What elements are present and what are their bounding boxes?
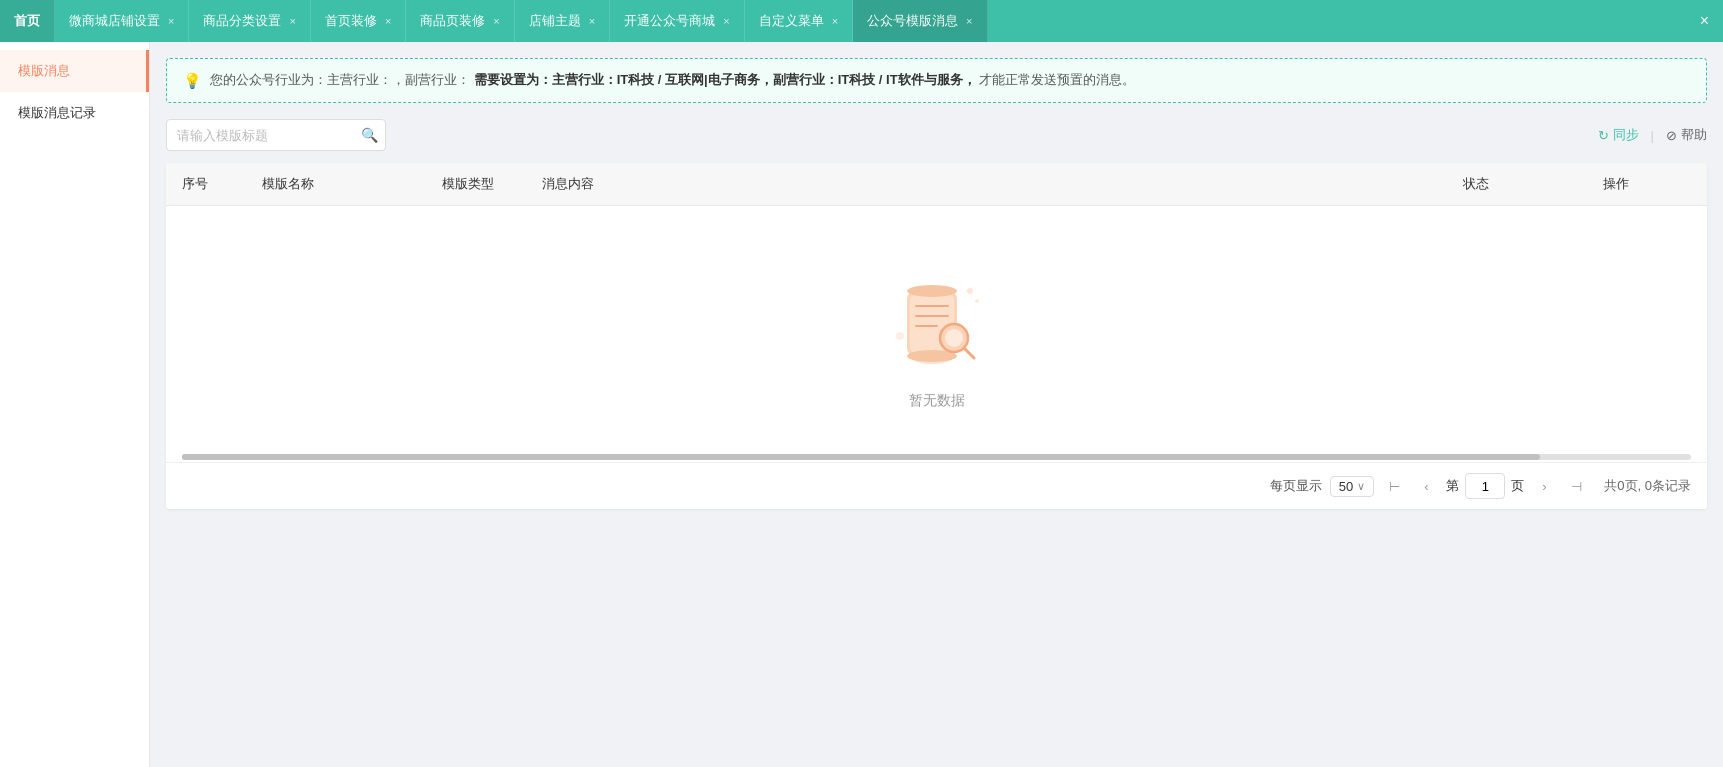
- table-header-row: 序号 模版名称 模版类型 消息内容 状态: [166, 163, 1707, 206]
- alert-bulb-icon: 💡: [183, 72, 202, 90]
- svg-point-11: [967, 288, 973, 294]
- nav-tab-home-decoration[interactable]: 首页装修 ×: [311, 0, 406, 42]
- empty-state-illustration: [882, 266, 992, 376]
- horizontal-scrollbar[interactable]: [166, 450, 1707, 462]
- sync-icon: ↻: [1598, 128, 1609, 143]
- sidebar-item-template-msg[interactable]: 模版消息: [0, 50, 149, 92]
- sidebar-item-template-msg-records[interactable]: 模版消息记录: [0, 92, 149, 134]
- scrollbar-track: [182, 454, 1691, 460]
- close-product-decoration[interactable]: ×: [493, 15, 499, 27]
- close-open-mall[interactable]: ×: [723, 15, 729, 27]
- template-msg-label: 公众号模版消息: [867, 12, 958, 30]
- alert-text: 您的公众号行业为：主营行业：，副营行业： 需要设置为：主营行业：IT科技 / 互…: [210, 71, 1135, 89]
- nav-tab-shop-settings[interactable]: 微商城店铺设置 ×: [55, 0, 189, 42]
- nav-tab-product-category[interactable]: 商品分类设置 ×: [189, 0, 310, 42]
- empty-state: 暂无数据: [166, 206, 1707, 450]
- alert-suffix: 才能正常发送预置的消息。: [979, 72, 1135, 87]
- page-size-label: 每页显示: [1270, 477, 1322, 495]
- alert-prefix: 您的公众号行业为：主营行业：，副营行业：: [210, 72, 470, 87]
- help-button[interactable]: ⊘ 帮助: [1666, 126, 1707, 144]
- product-decoration-label: 商品页装修: [420, 12, 485, 30]
- nav-tab-home[interactable]: 首页: [0, 0, 55, 42]
- col-header-action: 操作: [1587, 163, 1707, 206]
- pagination: 每页显示 50 ∨ ⊢ ‹ 第 页 › ⊣ 共0页, 0条记录: [166, 462, 1707, 509]
- close-all-tabs-button[interactable]: ×: [1686, 0, 1723, 42]
- page-size-value: 50: [1339, 479, 1353, 494]
- sidebar-template-msg-label: 模版消息: [18, 63, 70, 78]
- first-page-button[interactable]: ⊢: [1382, 474, 1406, 498]
- nav-tab-custom-menu[interactable]: 自定义菜单 ×: [745, 0, 853, 42]
- sidebar: 模版消息 模版消息记录: [0, 42, 150, 767]
- search-bar: 🔍 ↻ 同步 | ⊘ 帮助: [166, 119, 1707, 151]
- nav-tab-open-mall[interactable]: 开通公众号商城 ×: [610, 0, 744, 42]
- empty-row: 暂无数据: [166, 206, 1707, 451]
- last-page-button[interactable]: ⊣: [1564, 474, 1588, 498]
- close-home-decoration[interactable]: ×: [385, 15, 391, 27]
- nav-tab-product-decoration[interactable]: 商品页装修 ×: [406, 0, 514, 42]
- sidebar-template-msg-records-label: 模版消息记录: [18, 105, 96, 120]
- shop-settings-label: 微商城店铺设置: [69, 12, 160, 30]
- custom-menu-label: 自定义菜单: [759, 12, 824, 30]
- help-icon: ⊘: [1666, 128, 1677, 143]
- svg-point-12: [975, 299, 979, 303]
- content-area: 💡 您的公众号行业为：主营行业：，副营行业： 需要设置为：主营行业：IT科技 /…: [150, 42, 1723, 767]
- svg-line-10: [964, 348, 974, 358]
- home-tab-label: 首页: [14, 12, 40, 30]
- page-label-post: 页: [1511, 477, 1524, 495]
- product-category-label: 商品分类设置: [203, 12, 281, 30]
- alert-highlight: 需要设置为：主营行业：IT科技 / 互联网|电子商务，副营行业：IT科技 / I…: [474, 72, 976, 87]
- close-product-category[interactable]: ×: [289, 15, 295, 27]
- sync-label: 同步: [1613, 126, 1639, 144]
- svg-point-9: [945, 329, 963, 347]
- current-page-input[interactable]: [1465, 473, 1505, 499]
- store-theme-label: 店铺主题: [529, 12, 581, 30]
- open-mall-label: 开通公众号商城: [624, 12, 715, 30]
- svg-point-6: [907, 285, 957, 297]
- prev-page-button[interactable]: ‹: [1414, 474, 1438, 498]
- scrollbar-thumb[interactable]: [182, 454, 1540, 460]
- help-label: 帮助: [1681, 126, 1707, 144]
- search-input-wrap: 🔍: [166, 119, 386, 151]
- industry-alert-banner: 💡 您的公众号行业为：主营行业：，副营行业： 需要设置为：主营行业：IT科技 /…: [166, 58, 1707, 103]
- page-input-wrap: 第 页: [1446, 473, 1524, 499]
- nav-tab-store-theme[interactable]: 店铺主题 ×: [515, 0, 610, 42]
- top-navigation: 首页 微商城店铺设置 × 商品分类设置 × 首页装修 × 商品页装修 × 店铺主…: [0, 0, 1723, 42]
- close-store-theme[interactable]: ×: [589, 15, 595, 27]
- sync-button[interactable]: ↻ 同步: [1598, 126, 1639, 144]
- col-header-name: 模版名称: [246, 163, 426, 206]
- toolbar-right: ↻ 同步 | ⊘ 帮助: [1598, 126, 1707, 144]
- main-layout: 模版消息 模版消息记录 💡 您的公众号行业为：主营行业：，副营行业： 需要设置为…: [0, 42, 1723, 767]
- col-header-seq: 序号: [166, 163, 246, 206]
- page-size-select[interactable]: 50 ∨: [1330, 476, 1374, 497]
- page-label-pre: 第: [1446, 477, 1459, 495]
- close-template-msg[interactable]: ×: [966, 15, 972, 27]
- chevron-down-icon: ∨: [1357, 480, 1365, 493]
- home-decoration-label: 首页装修: [325, 12, 377, 30]
- col-header-type: 模版类型: [426, 163, 526, 206]
- toolbar-divider: |: [1651, 128, 1654, 143]
- svg-point-13: [896, 332, 904, 340]
- close-custom-menu[interactable]: ×: [832, 15, 838, 27]
- close-shop-settings[interactable]: ×: [168, 15, 174, 27]
- search-input[interactable]: [166, 119, 386, 151]
- nav-tab-template-msg[interactable]: 公众号模版消息 ×: [853, 0, 987, 42]
- col-header-status: 状态: [1447, 163, 1587, 206]
- data-table: 序号 模版名称 模版类型 消息内容 状态: [166, 163, 1707, 450]
- total-info: 共0页, 0条记录: [1604, 477, 1691, 495]
- next-page-button[interactable]: ›: [1532, 474, 1556, 498]
- search-icon[interactable]: 🔍: [361, 127, 378, 143]
- col-header-content: 消息内容: [526, 163, 1447, 206]
- empty-text: 暂无数据: [909, 392, 965, 410]
